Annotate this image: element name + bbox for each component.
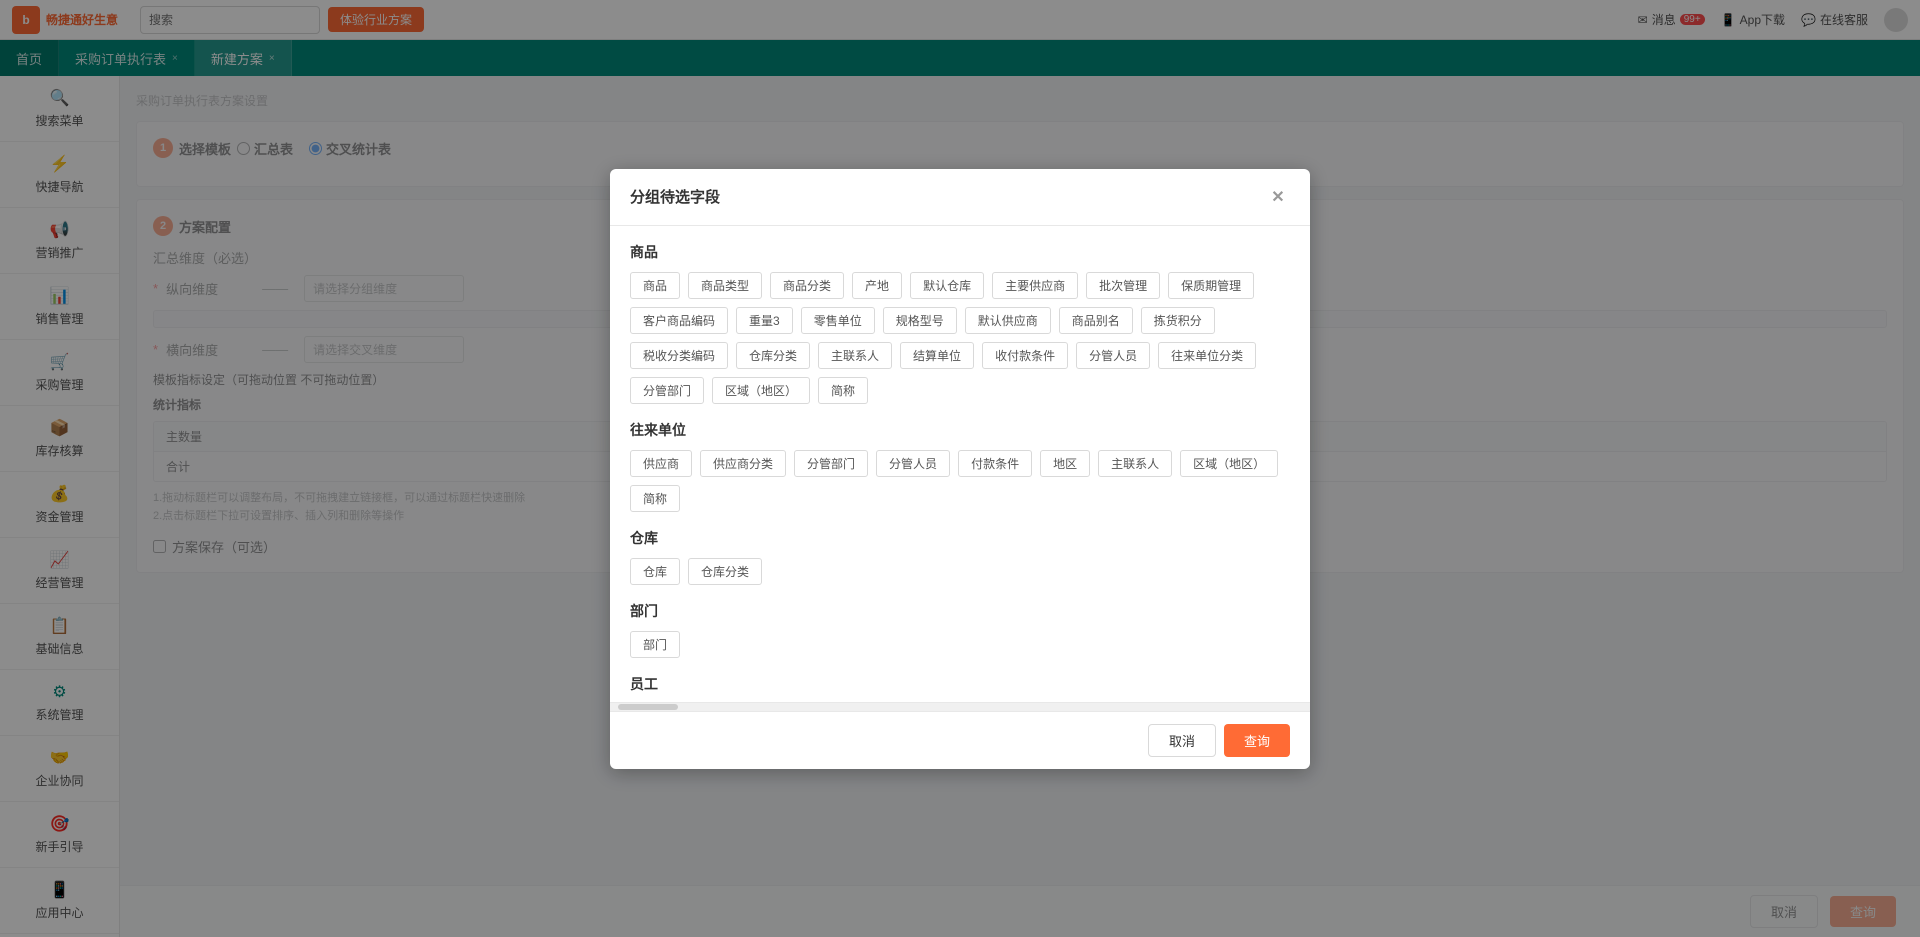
tag-warehouse[interactable]: 仓库 — [630, 558, 680, 585]
tag-shelf-life[interactable]: 保质期管理 — [1168, 272, 1254, 299]
tag-settlement-unit[interactable]: 结算单位 — [900, 342, 974, 369]
section-product: 商品 商品 商品类型 商品分类 产地 默认仓库 主要供应商 批次管理 保质期管理… — [630, 242, 1290, 404]
tag-dept[interactable]: 分管部门 — [794, 450, 868, 477]
tag-tax-code[interactable]: 税收分类编码 — [630, 342, 728, 369]
section-employee-title: 员工 — [630, 674, 1290, 694]
section-warehouse: 仓库 仓库 仓库分类 — [630, 528, 1290, 585]
section-counterpart: 往来单位 供应商 供应商分类 分管部门 分管人员 付款条件 地区 主联系人 区域… — [630, 420, 1290, 512]
section-department-title: 部门 — [630, 601, 1290, 621]
tag-main-supplier[interactable]: 主要供应商 — [992, 272, 1078, 299]
modal-close-btn[interactable]: ✕ — [1266, 185, 1290, 209]
tag-contact[interactable]: 主联系人 — [1098, 450, 1172, 477]
modal-cancel-btn[interactable]: 取消 — [1148, 724, 1216, 757]
tag-pick-points[interactable]: 拣货积分 — [1141, 307, 1215, 334]
tag-main-contact[interactable]: 主联系人 — [818, 342, 892, 369]
modal-confirm-btn[interactable]: 查询 — [1224, 724, 1290, 757]
modal-hscrollbar[interactable] — [610, 702, 1310, 711]
counterpart-tags: 供应商 供应商分类 分管部门 分管人员 付款条件 地区 主联系人 区域（地区） … — [630, 450, 1290, 512]
product-tags: 商品 商品类型 商品分类 产地 默认仓库 主要供应商 批次管理 保质期管理 客户… — [630, 272, 1290, 404]
tag-product[interactable]: 商品 — [630, 272, 680, 299]
tag-batch-mgmt[interactable]: 批次管理 — [1086, 272, 1160, 299]
section-employee: 员工 业务员 — [630, 674, 1290, 702]
tag-payment-terms[interactable]: 收付款条件 — [982, 342, 1068, 369]
tag-warehouse-type[interactable]: 仓库分类 — [688, 558, 762, 585]
tag-default-supplier[interactable]: 默认供应商 — [965, 307, 1051, 334]
tag-supervisor-dept[interactable]: 分管部门 — [630, 377, 704, 404]
section-warehouse-title: 仓库 — [630, 528, 1290, 548]
field-selection-modal: 分组待选字段 ✕ 商品 商品 商品类型 商品分类 产地 默认仓库 主要供应商 批… — [610, 169, 1310, 769]
tag-supervisor[interactable]: 分管人员 — [1076, 342, 1150, 369]
warehouse-tags: 仓库 仓库分类 — [630, 558, 1290, 585]
tag-default-warehouse[interactable]: 默认仓库 — [910, 272, 984, 299]
tag-weight[interactable]: 重量3 — [736, 307, 793, 334]
department-tags: 部门 — [630, 631, 1290, 658]
tag-payment[interactable]: 付款条件 — [958, 450, 1032, 477]
tag-supplier-category[interactable]: 供应商分类 — [700, 450, 786, 477]
tag-origin[interactable]: 产地 — [852, 272, 902, 299]
tag-region2[interactable]: 区域（地区） — [1180, 450, 1278, 477]
section-department: 部门 部门 — [630, 601, 1290, 658]
tag-person[interactable]: 分管人员 — [876, 450, 950, 477]
hscrollbar-thumb — [618, 704, 678, 710]
tag-retail-unit[interactable]: 零售单位 — [801, 307, 875, 334]
modal-title: 分组待选字段 — [630, 186, 720, 207]
modal-body[interactable]: 商品 商品 商品类型 商品分类 产地 默认仓库 主要供应商 批次管理 保质期管理… — [610, 226, 1310, 702]
modal-footer: 取消 查询 — [610, 711, 1310, 769]
tag-department[interactable]: 部门 — [630, 631, 680, 658]
tag-short[interactable]: 简称 — [630, 485, 680, 512]
section-counterpart-title: 往来单位 — [630, 420, 1290, 440]
modal-overlay: 分组待选字段 ✕ 商品 商品 商品类型 商品分类 产地 默认仓库 主要供应商 批… — [0, 0, 1920, 937]
modal-header: 分组待选字段 ✕ — [610, 169, 1310, 226]
tag-region[interactable]: 区域（地区） — [712, 377, 810, 404]
tag-customer-code[interactable]: 客户商品编码 — [630, 307, 728, 334]
tag-area[interactable]: 地区 — [1040, 450, 1090, 477]
section-product-title: 商品 — [630, 242, 1290, 262]
tag-supplier[interactable]: 供应商 — [630, 450, 692, 477]
tag-product-alias[interactable]: 商品别名 — [1059, 307, 1133, 334]
tag-spec-model[interactable]: 规格型号 — [883, 307, 957, 334]
tag-warehouse-category[interactable]: 仓库分类 — [736, 342, 810, 369]
tag-product-type[interactable]: 商品类型 — [688, 272, 762, 299]
tag-counterpart-category[interactable]: 往来单位分类 — [1158, 342, 1256, 369]
tag-product-category[interactable]: 商品分类 — [770, 272, 844, 299]
tag-abbr[interactable]: 简称 — [818, 377, 868, 404]
